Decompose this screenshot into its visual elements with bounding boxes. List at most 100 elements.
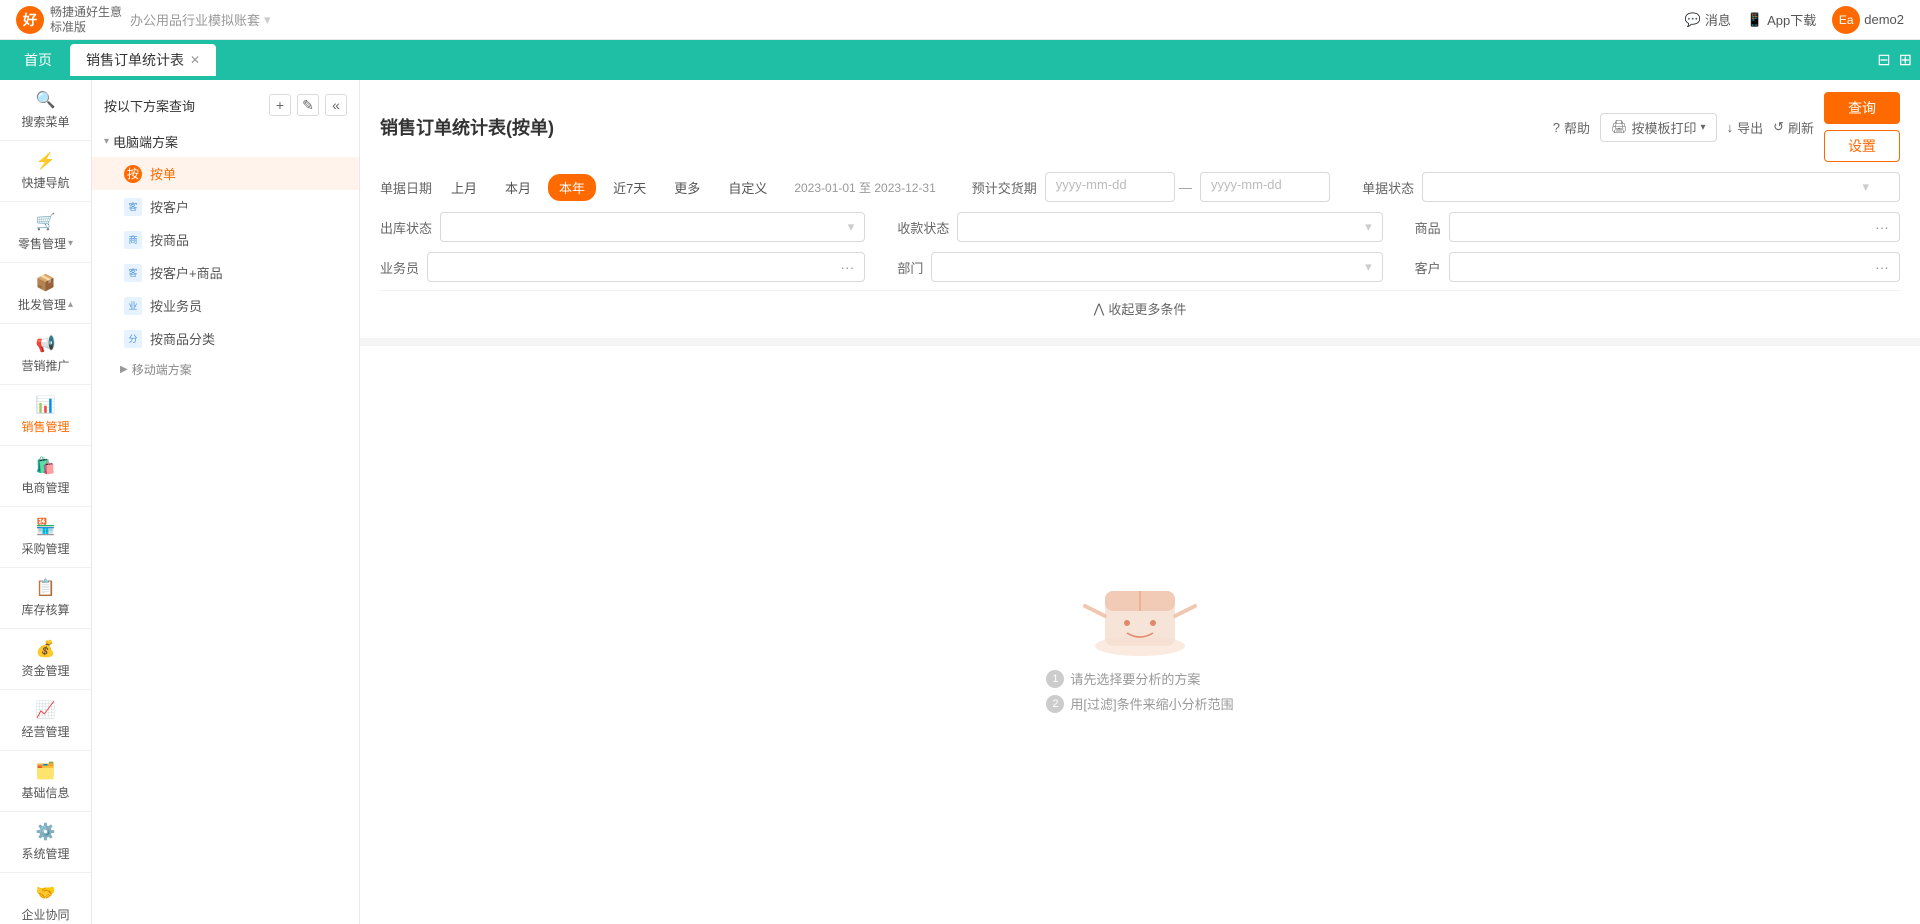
app-download-button[interactable]: 📱 App下载 [1747,10,1816,29]
salesperson-select[interactable]: ··· [427,252,865,282]
purchase-icon: 🏪 [36,517,56,537]
collapse-panel-button[interactable]: « [325,94,347,116]
breadcrumb[interactable]: 办公用品行业模拟账套 ▾ [130,10,271,29]
sidebar-item-quick-nav[interactable]: ⚡ 快捷导航 [0,141,91,202]
sidebar-item-marketing[interactable]: 📢 营销推广 [0,324,91,385]
date-range-display: 2023-01-01 至 2023-12-31 [794,179,935,196]
filter-row-2: 出库状态 ▾ 收款状态 ▾ 商品 [380,212,1900,242]
goods-col: 商品 ··· [1415,212,1900,242]
department-label: 部门 [897,258,923,277]
edit-scheme-button[interactable]: ✎ [297,94,319,116]
content-area: 按以下方案查询 + ✎ « ▾ 电脑端方案 按 按单 客 按 [92,80,1920,924]
tab-minimize-icon[interactable]: ⊟ [1877,50,1890,70]
date-btn-last-month[interactable]: 上月 [440,174,488,201]
sidebar-item-enterprise-collab[interactable]: 🤝 企业协同 [0,873,91,924]
customer-select[interactable]: ··· [1449,252,1900,282]
date-filter: 上月 本月 本年 近7天 更多 自定义 [440,174,778,201]
scheme-item-by-goods[interactable]: 商 按商品 [92,223,359,256]
filter-title-bar: 销售订单统计表(按单) ? 帮助 🖨 按模板打印 ▾ ↓ [380,92,1900,162]
filter-area: 销售订单统计表(按单) ? 帮助 🖨 按模板打印 ▾ ↓ [360,80,1920,338]
sidebar-item-wholesale-mgmt[interactable]: 📦 批发管理 ▴ [0,263,91,324]
date-start-input[interactable]: yyyy-mm-dd [1045,172,1175,202]
mobile-scheme-title[interactable]: ▶ 移动端方案 [92,355,359,384]
sidebar-item-retail-mgmt[interactable]: 🛒 零售管理 ▾ [0,202,91,263]
department-select[interactable]: ▾ [931,252,1382,282]
collapse-icon: ⋀ [1094,301,1105,317]
export-button[interactable]: ↓ 导出 [1727,118,1764,137]
date-btn-custom[interactable]: 自定义 [717,174,778,201]
add-scheme-button[interactable]: + [269,94,291,116]
receipt-status-select[interactable]: ▾ [957,212,1382,242]
user-profile[interactable]: Ea demo2 [1832,6,1904,34]
app-download-icon: 📱 [1747,12,1763,28]
right-main: 销售订单统计表(按单) ? 帮助 🖨 按模板打印 ▾ ↓ [360,80,1920,924]
setting-button[interactable]: 设置 [1824,130,1900,162]
scheme-icon-circle: 按 [124,165,142,183]
empty-illustration [1075,551,1205,661]
goods-select[interactable]: ··· [1449,212,1900,242]
template-print-button[interactable]: 🖨 按模板打印 ▾ [1600,113,1717,142]
empty-step-1: 1 请先选择要分析的方案 [1046,669,1233,688]
date-btn-this-year[interactable]: 本年 [548,174,596,201]
date-start-input-area: yyyy-mm-dd 📅 [1045,172,1171,202]
scheme-item-by-goods-category[interactable]: 分 按商品分类 [92,322,359,355]
scheme-item-by-customer-goods[interactable]: 客 按客户+商品 [92,256,359,289]
export-icon: ↓ [1727,120,1734,135]
tab-sales-order-stats[interactable]: 销售订单统计表 ✕ [70,44,216,76]
chevron-down-icon: ▾ [68,238,73,249]
tab-bar: 首页 销售订单统计表 ✕ ⊟ ⊞ [0,40,1920,80]
doc-status-select[interactable]: ▾ [1422,172,1900,202]
query-setting-group: 查询 设置 [1824,92,1900,162]
delivery-status-label: 出库状态 [380,218,432,237]
date-end-input[interactable]: yyyy-mm-dd [1200,172,1330,202]
wholesale-icon: 📦 [36,273,56,293]
left-panel-header: 按以下方案查询 + ✎ « [92,88,359,122]
date-btn-last-7-days[interactable]: 近7天 [602,174,657,201]
sidebar-item-finance[interactable]: 💰 资金管理 [0,629,91,690]
sidebar-item-operations[interactable]: 📈 经营管理 [0,690,91,751]
sidebar-item-system[interactable]: ⚙️ 系统管理 [0,812,91,873]
scheme-item-by-customer[interactable]: 客 按客户 [92,190,359,223]
sidebar: 🔍 搜索菜单 ⚡ 快捷导航 🛒 零售管理 ▾ 📦 批发管理 ▴ 📢 营销推广 [0,80,92,924]
goods-more-icon[interactable]: ··· [1875,219,1889,235]
sidebar-item-sales-mgmt[interactable]: 📊 销售管理 [0,385,91,446]
collab-icon: 🤝 [36,883,56,903]
refresh-button[interactable]: ↺ 刷新 [1773,118,1814,137]
scheme-item-by-order[interactable]: 按 按单 [92,157,359,190]
left-panel: 按以下方案查询 + ✎ « ▾ 电脑端方案 按 按单 客 按 [92,80,360,924]
logo-area: 好 畅捷通好生意 标准版 [16,5,122,34]
tab-expand-icon[interactable]: ⊞ [1899,50,1912,70]
sidebar-item-purchase-mgmt[interactable]: 🏪 采购管理 [0,507,91,568]
query-button[interactable]: 查询 [1824,92,1900,124]
tab-home[interactable]: 首页 [8,44,68,76]
help-button[interactable]: ? 帮助 [1553,118,1590,137]
date-end-input-area: yyyy-mm-dd 📅 [1200,172,1326,202]
chevron-down-icon: ▾ [1862,179,1869,195]
ecommerce-icon: 🛍️ [36,456,56,476]
left-panel-actions: + ✎ « [269,94,347,116]
desktop-scheme-group: ▾ 电脑端方案 按 按单 客 按客户 商 按商品 客 按客户+商品 [92,122,359,388]
collapse-button[interactable]: ⋀ 收起更多条件 [380,290,1900,326]
customer-more-icon[interactable]: ··· [1875,259,1889,275]
sidebar-item-ecommerce[interactable]: 🛍️ 电商管理 [0,446,91,507]
date-btn-this-month[interactable]: 本月 [494,174,542,201]
help-icon: ? [1553,120,1560,135]
logo-icon: 好 [16,6,44,34]
expected-delivery-label: 预计交货期 [972,178,1037,197]
scheme-item-by-salesperson[interactable]: 业 按业务员 [92,289,359,322]
sidebar-item-inventory[interactable]: 📋 库存核算 [0,568,91,629]
sidebar-item-search-menu[interactable]: 🔍 搜索菜单 [0,80,91,141]
logo-text: 畅捷通好生意 标准版 [50,5,122,34]
retail-icon: 🛒 [36,212,56,232]
delivery-status-select[interactable]: ▾ [440,212,865,242]
date-btn-more[interactable]: 更多 [663,174,711,201]
date-label: 单据日期 [380,178,432,197]
scheme-icon-sq: 客 [124,198,142,216]
tab-close-icon[interactable]: ✕ [190,53,200,67]
sidebar-item-basic-info[interactable]: 🗂️ 基础信息 [0,751,91,812]
desktop-scheme-title[interactable]: ▾ 电脑端方案 [92,126,359,157]
message-button[interactable]: 💬 消息 [1685,10,1731,29]
salesperson-more-icon[interactable]: ··· [840,259,854,275]
customer-label: 客户 [1415,258,1441,277]
doc-status-label: 单据状态 [1362,178,1414,197]
